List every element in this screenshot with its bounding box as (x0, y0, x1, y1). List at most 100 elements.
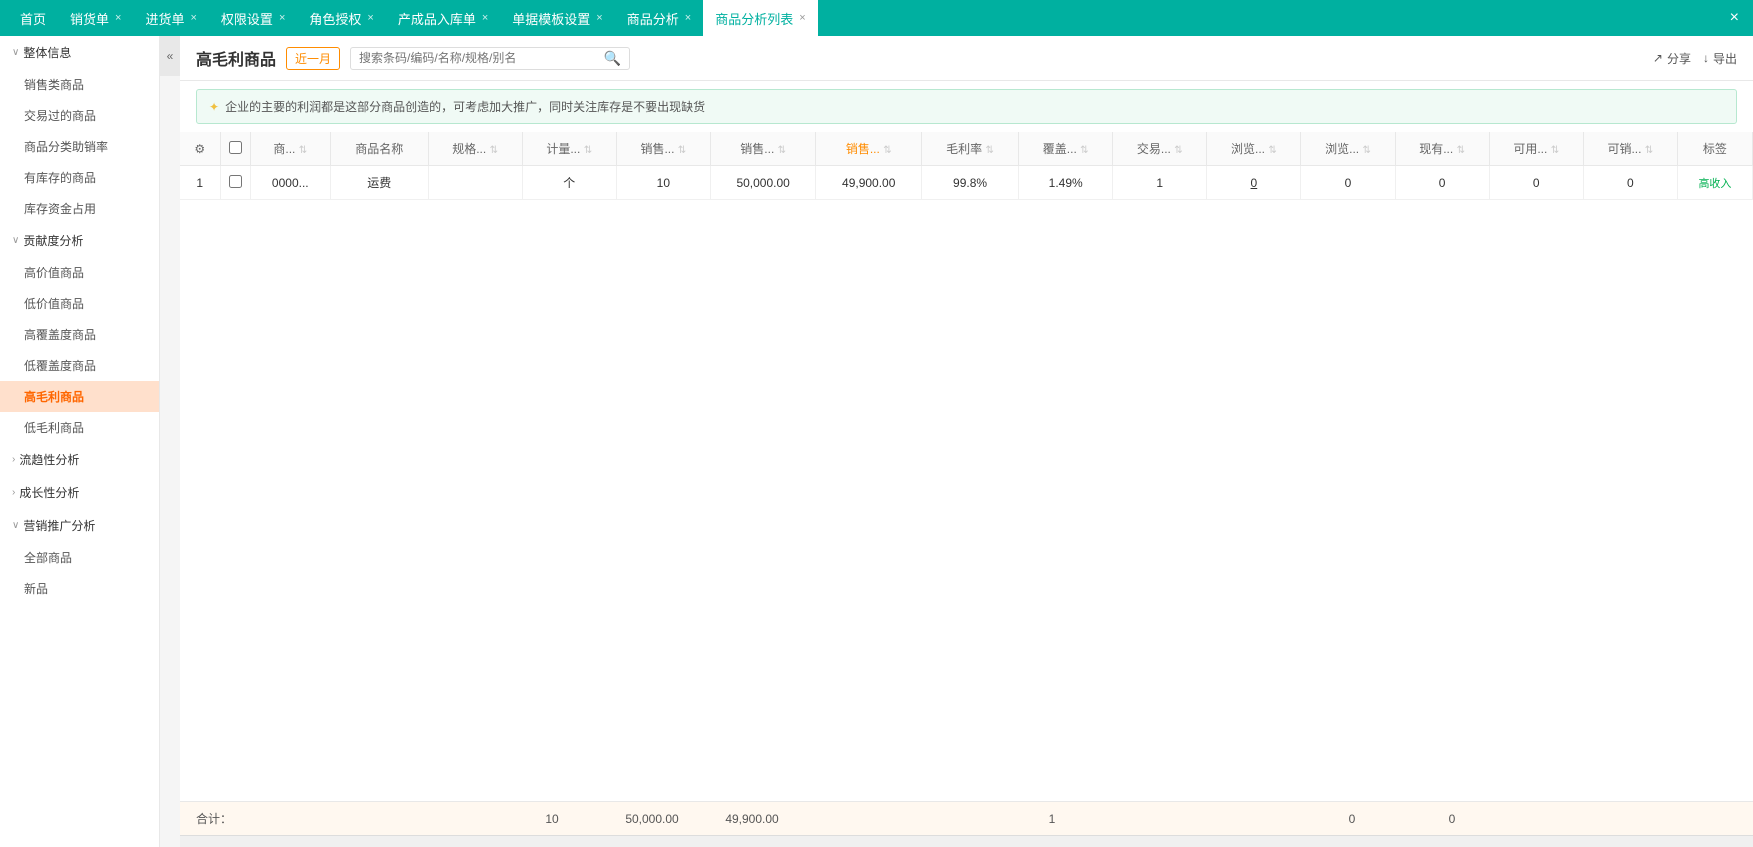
cell-code[interactable]: 0000... (250, 166, 331, 200)
col-current[interactable]: 现有... ⇅ (1395, 132, 1489, 166)
sort-icon-code: ⇅ (299, 145, 307, 156)
nav-close-all[interactable]: × (1724, 9, 1745, 27)
col-available[interactable]: 可用... ⇅ (1489, 132, 1583, 166)
col-seq: ⚙ (180, 132, 220, 166)
data-table: ⚙ 商... ⇅ 商品名称 (180, 132, 1753, 200)
sort-icon-transaction: ⇅ (1174, 145, 1182, 156)
sort-icon-unit: ⇅ (584, 145, 592, 156)
sort-icon-sales1: ⇅ (678, 145, 686, 156)
search-input[interactable] (359, 51, 600, 65)
close-tab-product-in[interactable]: × (482, 12, 488, 24)
search-box: 🔍 (350, 47, 630, 70)
footer-current: 0 (1312, 812, 1392, 826)
sort-icon-sales2: ⇅ (778, 145, 786, 156)
share-button[interactable]: ↗ 分享 (1653, 50, 1691, 67)
tip-icon: ✦ (209, 100, 219, 114)
settings-icon[interactable]: ⚙ (194, 142, 205, 156)
col-name[interactable]: 商品名称 (331, 132, 429, 166)
close-tab-analysis-list[interactable]: × (799, 12, 805, 24)
sidebar-item-in-stock[interactable]: 有库存的商品 (0, 162, 159, 193)
sidebar-collapse-button[interactable]: « (160, 36, 180, 76)
tab-template[interactable]: 单据模板设置 × (500, 0, 614, 36)
footer-transaction: 1 (1012, 812, 1092, 826)
close-tab-sales[interactable]: × (115, 12, 121, 24)
tab-home[interactable]: 首页 (8, 0, 58, 36)
main-layout: ∨ 整体信息 销售类商品 交易过的商品 商品分类助销率 有库存的商品 库存资金占… (0, 36, 1753, 847)
tab-analysis-list[interactable]: 商品分析列表 × (703, 0, 817, 36)
sidebar-item-low-value[interactable]: 低价值商品 (0, 288, 159, 319)
chevron-right-icon: › (12, 454, 15, 465)
chevron-down-icon: ∨ (12, 47, 19, 58)
app-root: 首页 销货单 × 进货单 × 权限设置 × 角色授权 × 产成品入库单 × 单据… (0, 0, 1753, 847)
footer-label: 合计： (196, 810, 232, 827)
table-container: ⚙ 商... ⇅ 商品名称 (180, 132, 1753, 801)
sidebar-group-growth[interactable]: › 成长性分析 (0, 476, 159, 509)
sort-icon-spec: ⇅ (490, 145, 498, 156)
tab-role[interactable]: 角色授权 × (297, 0, 385, 36)
col-sales2[interactable]: 销售... ⇅ (710, 132, 816, 166)
filter-recent-month-button[interactable]: 近一月 (286, 47, 340, 70)
sidebar-item-new-goods[interactable]: 新品 (0, 573, 159, 604)
cell-sales3: 49,900.00 (816, 166, 922, 200)
horizontal-scrollbar[interactable] (180, 835, 1753, 847)
cell-unit: 个 (522, 166, 616, 200)
sidebar-group-trend[interactable]: › 流趋性分析 (0, 443, 159, 476)
sidebar-item-high-value[interactable]: 高价值商品 (0, 257, 159, 288)
share-icon: ↗ (1653, 51, 1663, 65)
cell-checkbox (220, 166, 250, 200)
footer-sales1: 10 (512, 812, 592, 826)
close-tab-purchase[interactable]: × (190, 12, 196, 24)
sidebar-item-low-coverage[interactable]: 低覆盖度商品 (0, 350, 159, 381)
chevron-down-icon-3: ∨ (12, 520, 19, 531)
export-button[interactable]: ↓ 导出 (1703, 50, 1737, 67)
footer-sales3: 49,900.00 (712, 812, 792, 826)
footer-available: 0 (1412, 812, 1492, 826)
sidebar-group-contribution[interactable]: ∨ 贡献度分析 (0, 224, 159, 257)
cell-name[interactable]: 运费 (331, 166, 429, 200)
cell-spec (428, 166, 522, 200)
tab-sales[interactable]: 销货单 × (58, 0, 133, 36)
sidebar-item-high-margin[interactable]: 高毛利商品 (0, 381, 159, 412)
sidebar-item-low-margin[interactable]: 低毛利商品 (0, 412, 159, 443)
cell-margin: 99.8% (922, 166, 1019, 200)
table-header-row: ⚙ 商... ⇅ 商品名称 (180, 132, 1753, 166)
cell-browse1[interactable]: 0 (1207, 166, 1301, 200)
row-checkbox[interactable] (229, 175, 242, 188)
tab-purchase[interactable]: 进货单 × (133, 0, 208, 36)
select-all-checkbox[interactable] (229, 141, 242, 154)
sidebar-item-sales-goods[interactable]: 销售类商品 (0, 69, 159, 100)
chevron-right-icon-2: › (12, 487, 15, 498)
col-code[interactable]: 商... ⇅ (250, 132, 331, 166)
sidebar: ∨ 整体信息 销售类商品 交易过的商品 商品分类助销率 有库存的商品 库存资金占… (0, 36, 160, 847)
sidebar-item-stock-capital[interactable]: 库存资金占用 (0, 193, 159, 224)
col-browse1[interactable]: 浏览... ⇅ (1207, 132, 1301, 166)
sidebar-item-all-goods[interactable]: 全部商品 (0, 542, 159, 573)
close-tab-role[interactable]: × (367, 12, 373, 24)
col-sales3[interactable]: 销售... ⇅ (816, 132, 922, 166)
sidebar-item-high-coverage[interactable]: 高覆盖度商品 (0, 319, 159, 350)
close-tab-template[interactable]: × (596, 12, 602, 24)
col-spec[interactable]: 规格... ⇅ (428, 132, 522, 166)
close-tab-analysis[interactable]: × (685, 12, 691, 24)
col-margin[interactable]: 毛利率 ⇅ (922, 132, 1019, 166)
tab-product-in[interactable]: 产成品入库单 × (386, 0, 500, 36)
col-transaction[interactable]: 交易... ⇅ (1113, 132, 1207, 166)
tab-permission[interactable]: 权限设置 × (209, 0, 297, 36)
sidebar-group-overview[interactable]: ∨ 整体信息 (0, 36, 159, 69)
col-unit[interactable]: 计量... ⇅ (522, 132, 616, 166)
search-icon[interactable]: 🔍 (604, 50, 621, 67)
col-coverage[interactable]: 覆盖... ⇅ (1019, 132, 1113, 166)
col-tag[interactable]: 标签 (1677, 132, 1752, 166)
col-sellable[interactable]: 可销... ⇅ (1583, 132, 1677, 166)
sidebar-item-traded-goods[interactable]: 交易过的商品 (0, 100, 159, 131)
sidebar-group-marketing[interactable]: ∨ 营销推广分析 (0, 509, 159, 542)
close-tab-permission[interactable]: × (279, 12, 285, 24)
cell-coverage: 1.49% (1019, 166, 1113, 200)
col-sales1[interactable]: 销售... ⇅ (616, 132, 710, 166)
col-browse2[interactable]: 浏览... ⇅ (1301, 132, 1395, 166)
tip-banner: ✦ 企业的主要的利润都是这部分商品创造的，可考虑加大推广，同时关注库存是不要出现… (196, 89, 1737, 124)
tab-analysis[interactable]: 商品分析 × (615, 0, 703, 36)
sidebar-item-category-rate[interactable]: 商品分类助销率 (0, 131, 159, 162)
export-icon: ↓ (1703, 51, 1709, 65)
cell-browse2: 0 (1301, 166, 1395, 200)
